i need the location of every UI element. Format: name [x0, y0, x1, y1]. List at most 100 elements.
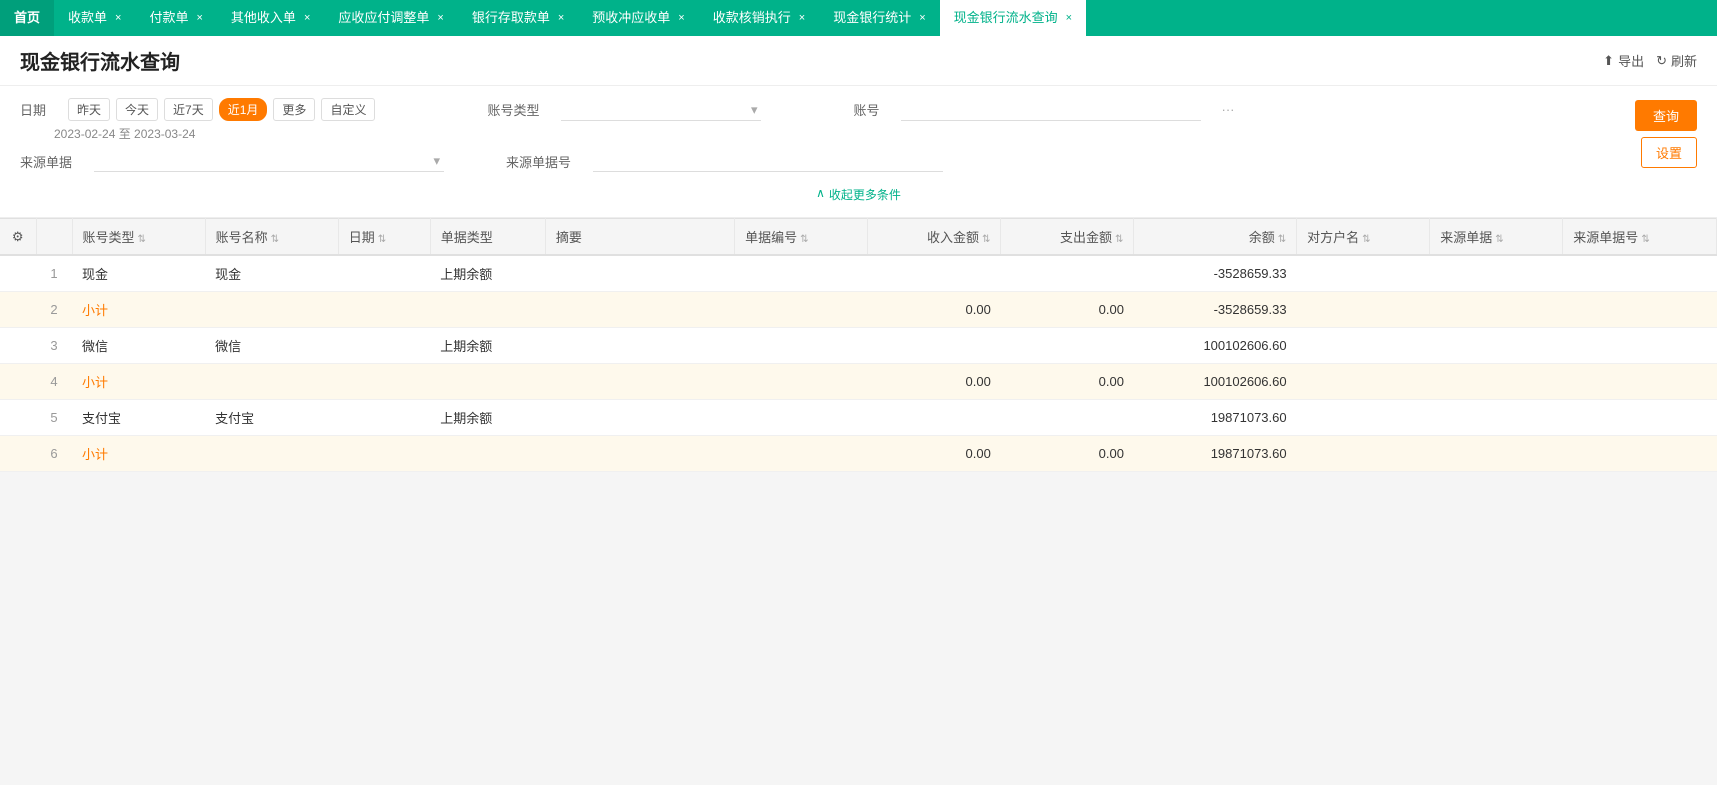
table-row[interactable]: 6小计0.000.0019871073.60 [0, 436, 1717, 472]
nav-cash-bank-flow[interactable]: 现金银行流水查询 × [940, 0, 1086, 36]
col-account-type[interactable]: 账号类型⇅ [72, 219, 205, 256]
nav-cash-bank-flow-close[interactable]: × [1066, 0, 1072, 36]
col-source-doc-no[interactable]: 来源单据号⇅ [1563, 219, 1717, 256]
account-type-select[interactable] [561, 99, 761, 121]
nav-receipt-exec[interactable]: 收款核销执行 × [699, 0, 819, 36]
table-cell [1563, 328, 1717, 364]
date-btn-yesterday[interactable]: 昨天 [68, 98, 110, 121]
table-cell [1563, 255, 1717, 292]
col-source-doc[interactable]: 来源单据⇅ [1430, 219, 1563, 256]
nav-bank-deposit-close[interactable]: × [558, 0, 564, 36]
header-bar: 现金银行流水查询 ⬆ 导出 ↻ 刷新 [0, 36, 1717, 86]
nav-pre-offset-close[interactable]: × [678, 0, 684, 36]
date-btn-more[interactable]: 更多 [273, 98, 315, 121]
nav-bank-deposit[interactable]: 银行存取款单 × [458, 0, 578, 36]
source-doc-no-input[interactable] [593, 150, 943, 172]
refresh-label: 刷新 [1671, 51, 1697, 70]
nav-receipt-exec-close[interactable]: × [799, 0, 805, 36]
account-input[interactable] [901, 99, 1201, 121]
account-dots[interactable]: ··· [1221, 102, 1234, 117]
date-range-display: 2023-02-24 至 2023-03-24 [54, 127, 195, 141]
nav-payment[interactable]: 付款单 × [135, 0, 216, 36]
date-btn-7days[interactable]: 近7天 [164, 98, 213, 121]
nav-home-label: 首页 [14, 0, 40, 36]
nav-bank-deposit-label: 银行存取款单 [472, 0, 550, 36]
date-btn-1month[interactable]: 近1月 [219, 98, 268, 121]
query-button[interactable]: 查询 [1635, 100, 1697, 131]
table-cell: 0.00 [1001, 364, 1134, 400]
table-cell: 上期余额 [430, 328, 545, 364]
collapse-icon: ∧ [816, 186, 825, 203]
table-cell [205, 436, 338, 472]
table-cell [545, 364, 734, 400]
table-row[interactable]: 5支付宝支付宝上期余额19871073.60 [0, 400, 1717, 436]
date-label: 日期 [20, 100, 46, 119]
table-row[interactable]: 4小计0.000.00100102606.60 [0, 364, 1717, 400]
col-expense[interactable]: 支出金额⇅ [1001, 219, 1134, 256]
nav-ar-adjustment-close[interactable]: × [437, 0, 443, 36]
source-doc-select[interactable] [94, 150, 444, 172]
table-cell [338, 400, 430, 436]
col-settings[interactable]: ⚙ [0, 219, 36, 256]
table-cell: 支付宝 [205, 400, 338, 436]
nav-cash-bank-stat[interactable]: 现金银行统计 × [819, 0, 939, 36]
nav-payment-close[interactable]: × [196, 0, 202, 36]
nav-receive[interactable]: 收款单 × [54, 0, 135, 36]
table-cell [868, 255, 1001, 292]
nav-receive-close[interactable]: × [115, 0, 121, 36]
col-income[interactable]: 收入金额⇅ [868, 219, 1001, 256]
filter-area: 日期 昨天 今天 近7天 近1月 更多 自定义 账号类型 账号 [0, 86, 1717, 218]
col-counterparty[interactable]: 对方户名⇅ [1297, 219, 1430, 256]
nav-cash-bank-stat-close[interactable]: × [919, 0, 925, 36]
nav-other-income-label: 其他收入单 [231, 0, 296, 36]
nav-cash-bank-stat-label: 现金银行统计 [833, 0, 911, 36]
refresh-button[interactable]: ↻ 刷新 [1656, 51, 1697, 70]
col-doc-no[interactable]: 单据编号⇅ [735, 219, 868, 256]
table-cell [338, 436, 430, 472]
table-row[interactable]: 1现金现金上期余额-3528659.33 [0, 255, 1717, 292]
date-btn-today[interactable]: 今天 [116, 98, 158, 121]
table-cell [205, 292, 338, 328]
filter-row-2: 来源单据 来源单据号 [20, 150, 1619, 172]
table-cell [1430, 292, 1563, 328]
table-cell [545, 292, 734, 328]
table-cell: 上期余额 [430, 255, 545, 292]
table-cell: 2 [36, 292, 72, 328]
table-cell: 小计 [72, 436, 205, 472]
nav-pre-offset[interactable]: 预收冲应收单 × [578, 0, 698, 36]
table-cell [868, 400, 1001, 436]
nav-ar-adjustment[interactable]: 应收应付调整单 × [324, 0, 457, 36]
table-cell [1297, 436, 1430, 472]
table-cell [1297, 255, 1430, 292]
nav-payment-label: 付款单 [149, 0, 188, 36]
nav-other-income[interactable]: 其他收入单 × [217, 0, 324, 36]
account-type-label: 账号类型 [487, 100, 539, 119]
table-row[interactable]: 2小计0.000.00-3528659.33 [0, 292, 1717, 328]
date-options: 昨天 今天 近7天 近1月 更多 自定义 [68, 98, 375, 121]
table-cell [1430, 328, 1563, 364]
collapse-bar[interactable]: ∧ 收起更多条件 [20, 182, 1697, 205]
account-type-select-wrapper [561, 99, 761, 121]
source-doc-select-wrapper [94, 150, 444, 172]
table-cell [1297, 364, 1430, 400]
nav-ar-adjustment-label: 应收应付调整单 [338, 0, 429, 36]
settings-button[interactable]: 设置 [1641, 137, 1697, 168]
export-button[interactable]: ⬆ 导出 [1603, 51, 1644, 70]
nav-other-income-close[interactable]: × [304, 0, 310, 36]
table-cell [1430, 364, 1563, 400]
table-cell [0, 255, 36, 292]
table-cell [868, 328, 1001, 364]
export-icon: ⬆ [1603, 53, 1614, 69]
date-btn-custom[interactable]: 自定义 [321, 98, 375, 121]
col-date[interactable]: 日期⇅ [338, 219, 430, 256]
col-balance[interactable]: 余额⇅ [1134, 219, 1297, 256]
account-label: 账号 [853, 100, 879, 119]
table-row[interactable]: 3微信微信上期余额100102606.60 [0, 328, 1717, 364]
table-cell: 0.00 [1001, 292, 1134, 328]
col-account-name[interactable]: 账号名称⇅ [205, 219, 338, 256]
table-cell: 1 [36, 255, 72, 292]
table-cell [545, 328, 734, 364]
top-navigation: 首页 收款单 × 付款单 × 其他收入单 × 应收应付调整单 × 银行存取款单 … [0, 0, 1717, 36]
nav-home[interactable]: 首页 [0, 0, 54, 36]
table-cell: 0.00 [868, 364, 1001, 400]
